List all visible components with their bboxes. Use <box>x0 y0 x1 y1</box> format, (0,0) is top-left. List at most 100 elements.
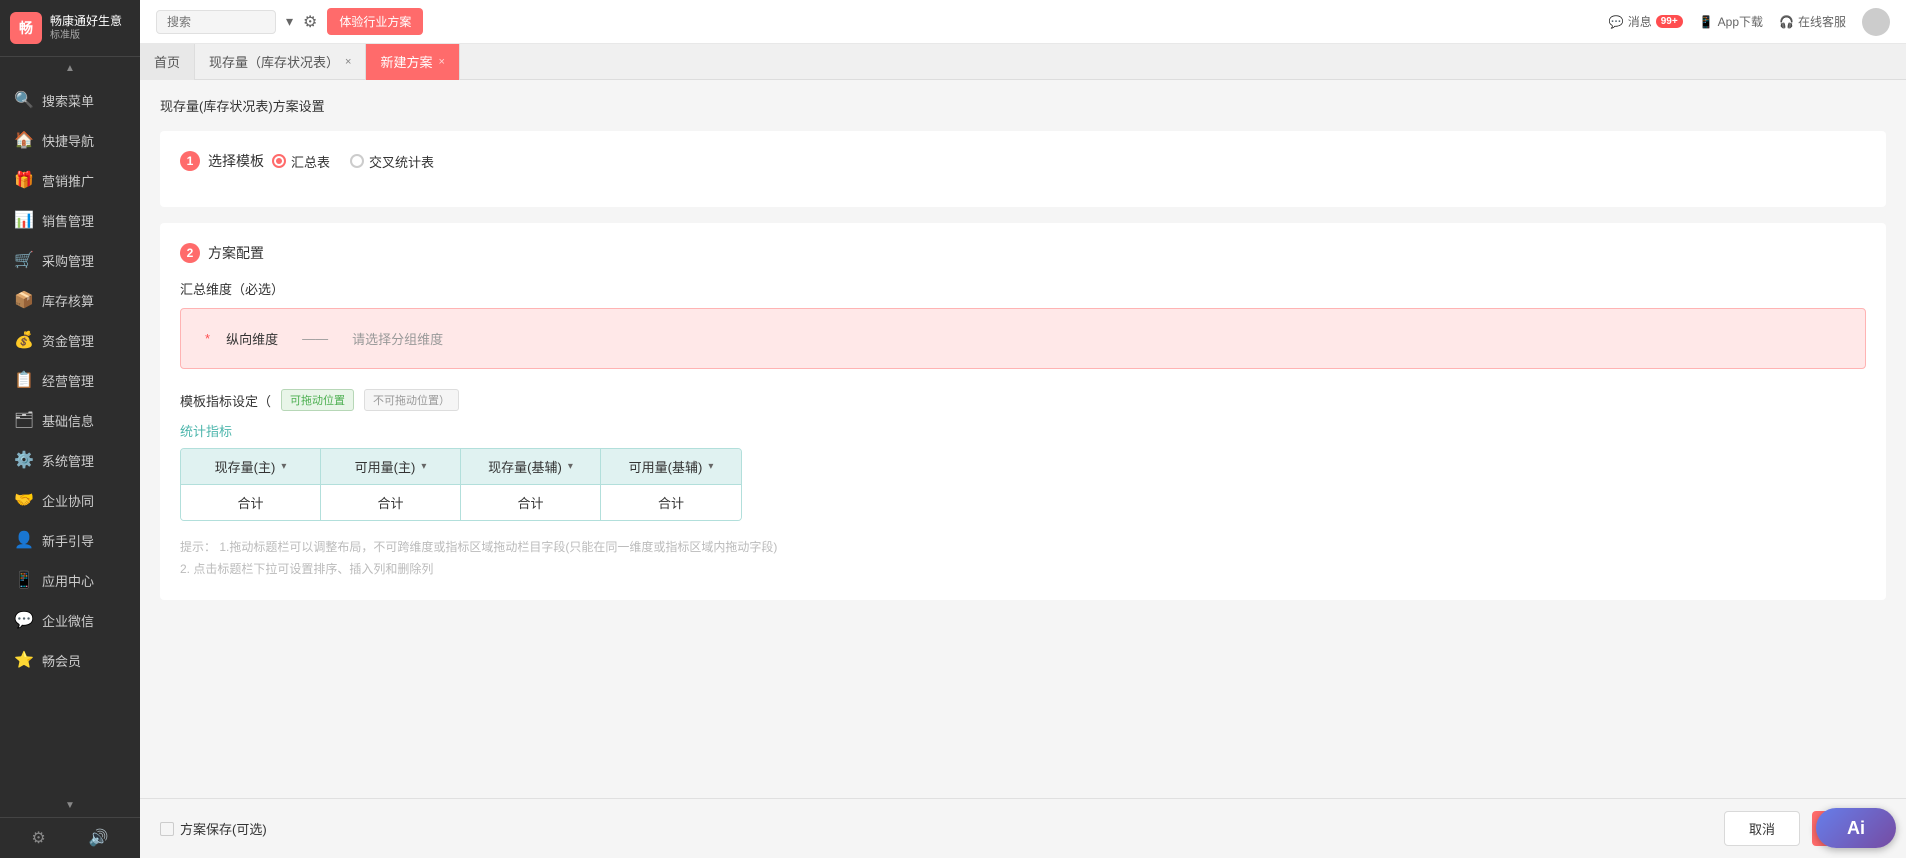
sidebar-item-basic-info[interactable]: 🗂基础信息 <box>0 400 140 440</box>
tab-label-new-plan: 新建方案 <box>380 52 432 71</box>
section2-card: 2 方案配置 汇总维度（必选） * 纵向维度 —— 请选择分组维度 模板指标设定… <box>160 223 1886 600</box>
radio-summary[interactable]: 汇总表 <box>272 152 330 171</box>
sidebar-label-operations: 经营管理 <box>42 371 94 390</box>
sidebar-item-finance[interactable]: 💰 资金管理 <box>0 320 140 360</box>
sidebar-item-app-center[interactable]: 📱应用中心 <box>0 560 140 600</box>
sidebar-icon-purchase-mgmt: 🛒 <box>14 250 34 270</box>
sidebar-item-purchase-mgmt[interactable]: 🛒采购管理 <box>0 240 140 280</box>
section1-header: 1 选择模板 汇总表 交叉统计表 <box>180 151 1866 171</box>
tab-close-inventory-status[interactable]: × <box>345 56 351 68</box>
tip-0: 提示： 1.拖动标题栏可以调整布局，不可跨维度或指标区域拖动栏目字段(只能在同一… <box>180 537 1866 559</box>
sidebar-label-finance: 资金管理 <box>42 331 94 350</box>
section2-label: 方案配置 <box>208 243 264 263</box>
save-option[interactable]: 方案保存(可选) <box>160 819 267 838</box>
sidebar-item-operations[interactable]: 📋 经营管理 <box>0 360 140 400</box>
sidebar-label-enterprise-wechat: 企业微信 <box>42 611 94 630</box>
section1-card: 1 选择模板 汇总表 交叉统计表 <box>160 131 1886 207</box>
sidebar-icon-new-guide: 👤 <box>14 530 34 550</box>
scroll-down-arrow[interactable]: ▼ <box>65 800 75 811</box>
customer-service-label: 在线客服 <box>1798 13 1846 30</box>
sidebar-icon-search-menu: 🔍 <box>14 90 34 110</box>
tab-home[interactable]: 首页 <box>140 44 195 80</box>
tab-new-plan[interactable]: 新建方案 × <box>366 44 459 80</box>
dimension-box[interactable]: * 纵向维度 —— 请选择分组维度 <box>180 308 1866 369</box>
search-input[interactable] <box>156 10 276 34</box>
chevron-col2: ▾ <box>421 461 426 472</box>
tabbar: 首页现存量（库存状况表）× 新建方案 × <box>140 44 1906 80</box>
sidebar-item-search-menu[interactable]: 🔍 搜索菜单 <box>0 80 140 120</box>
gear-icon[interactable]: ⚙ <box>303 12 317 32</box>
sidebar-label-basic-info: 基础信息 <box>42 411 94 430</box>
dimension-dash: —— <box>302 331 328 346</box>
app-title: 畅康通好生意 标准版 <box>50 14 122 43</box>
sidebar-label-sales-mgmt: 销售管理 <box>42 211 94 230</box>
messages-button[interactable]: 💬 消息 99+ <box>1609 13 1683 30</box>
app-download-button[interactable]: 📱 App下载 <box>1699 13 1763 30</box>
dimension-label: 汇总维度（必选） <box>180 279 1866 298</box>
stats-header-label-col1: 现存量(主) <box>215 457 276 476</box>
sidebar-item-enterprise-wechat[interactable]: 💬企业微信 <box>0 600 140 640</box>
save-label: 方案保存(可选) <box>180 819 267 838</box>
page-footer: 方案保存(可选) 取消 查询 <box>140 798 1906 858</box>
sidebar-item-marketing[interactable]: 🎁营销推广 <box>0 160 140 200</box>
sidebar-label-search-menu: 搜索菜单 <box>42 91 94 110</box>
sidebar-item-sales-mgmt[interactable]: 📊销售管理 <box>0 200 140 240</box>
indicator-settings-label: 模板指标设定（ 可拖动位置 不可拖动位置） <box>180 389 1866 411</box>
sidebar-label-quick-nav: 快捷导航 <box>42 131 94 150</box>
dropdown-icon[interactable]: ▾ <box>286 13 293 30</box>
ai-badge[interactable]: Ai <box>1816 808 1896 848</box>
section2-num: 2 <box>180 243 200 263</box>
scroll-up-arrow[interactable]: ▲ <box>65 63 75 74</box>
topbar: ▾ ⚙ 体验行业方案 💬 消息 99+ 📱 App下载 🎧 在线客服 <box>140 0 1906 44</box>
radio-dot-summary[interactable] <box>272 154 286 168</box>
template-radio-group: 汇总表 交叉统计表 <box>272 152 434 171</box>
stats-header-col4[interactable]: 可用量(基辅)▾ <box>601 449 741 484</box>
volume-footer-icon[interactable]: 🔊 <box>89 828 109 848</box>
tip-1: 2. 点击标题栏下拉可设置排序、插入列和删除列 <box>180 559 1866 581</box>
stats-header-col3[interactable]: 现存量(基辅)▾ <box>461 449 601 484</box>
stats-header-col2[interactable]: 可用量(主)▾ <box>321 449 461 484</box>
chevron-col3: ▾ <box>568 461 573 472</box>
sidebar-icon-sys-mgmt: ⚙️ <box>14 450 34 470</box>
tab-inventory-status[interactable]: 现存量（库存状况表）× <box>195 44 366 80</box>
sidebar-item-sys-mgmt[interactable]: ⚙️系统管理 <box>0 440 140 480</box>
save-checkbox[interactable] <box>160 822 174 836</box>
sidebar-scroll-up[interactable]: ▲ <box>0 57 140 80</box>
settings-footer-icon[interactable]: ⚙ <box>31 828 45 848</box>
trial-button[interactable]: 体验行业方案 <box>327 8 423 35</box>
app-download-label: App下载 <box>1718 13 1763 30</box>
sidebar-item-inventory[interactable]: 📦库存核算 <box>0 280 140 320</box>
topbar-right: 💬 消息 99+ 📱 App下载 🎧 在线客服 <box>1609 8 1890 36</box>
sidebar-icon-finance: 💰 <box>14 330 34 350</box>
messages-label: 消息 <box>1628 13 1652 30</box>
sidebar-icon-app-center: 📱 <box>14 570 34 590</box>
stats-data-col4: 合计 <box>601 485 741 520</box>
page-content: 现存量(库存状况表)方案设置 1 选择模板 汇总表交叉统计表 2 方案配置 汇总… <box>140 80 1906 798</box>
sidebar: 畅 畅康通好生意 标准版 ▲ 🔍搜索菜单🏠快捷导航🎁营销推广📊销售管理🛒采购管理… <box>0 0 140 858</box>
radio-cross[interactable]: 交叉统计表 <box>350 152 434 171</box>
stats-data-row: 合计合计合计合计 <box>181 484 741 520</box>
user-avatar[interactable] <box>1862 8 1890 36</box>
tab-close-new-plan[interactable]: × <box>438 56 444 68</box>
app-icon: 📱 <box>1699 15 1714 29</box>
section1-num: 1 <box>180 151 200 171</box>
stats-header-col1[interactable]: 现存量(主)▾ <box>181 449 321 484</box>
sidebar-icon-operations: 📋 <box>14 370 34 390</box>
sidebar-footer: ⚙ 🔊 <box>0 817 140 858</box>
sidebar-label-new-guide: 新手引导 <box>42 531 94 550</box>
section1-label: 选择模板 <box>208 151 264 171</box>
sidebar-label-inventory: 库存核算 <box>42 291 94 310</box>
customer-service-button[interactable]: 🎧 在线客服 <box>1779 13 1846 30</box>
cancel-button[interactable]: 取消 <box>1724 811 1800 846</box>
indicator-settings: 模板指标设定（ 可拖动位置 不可拖动位置） 统计指标 现存量(主)▾可用量(主)… <box>180 389 1866 580</box>
headset-icon: 🎧 <box>1779 15 1794 29</box>
topbar-left: ▾ ⚙ 体验行业方案 <box>156 8 423 35</box>
sidebar-item-quick-nav[interactable]: 🏠快捷导航 <box>0 120 140 160</box>
sidebar-item-enterprise[interactable]: 🤝企业协同 <box>0 480 140 520</box>
sidebar-scroll-down[interactable]: ▼ <box>0 794 140 817</box>
radio-dot-cross[interactable] <box>350 154 364 168</box>
required-mark: * <box>205 331 210 346</box>
sidebar-item-new-guide[interactable]: 👤 新手引导 <box>0 520 140 560</box>
sidebar-item-vip-member[interactable]: ⭐畅会员 <box>0 640 140 680</box>
sidebar-label-enterprise: 企业协同 <box>42 491 94 510</box>
